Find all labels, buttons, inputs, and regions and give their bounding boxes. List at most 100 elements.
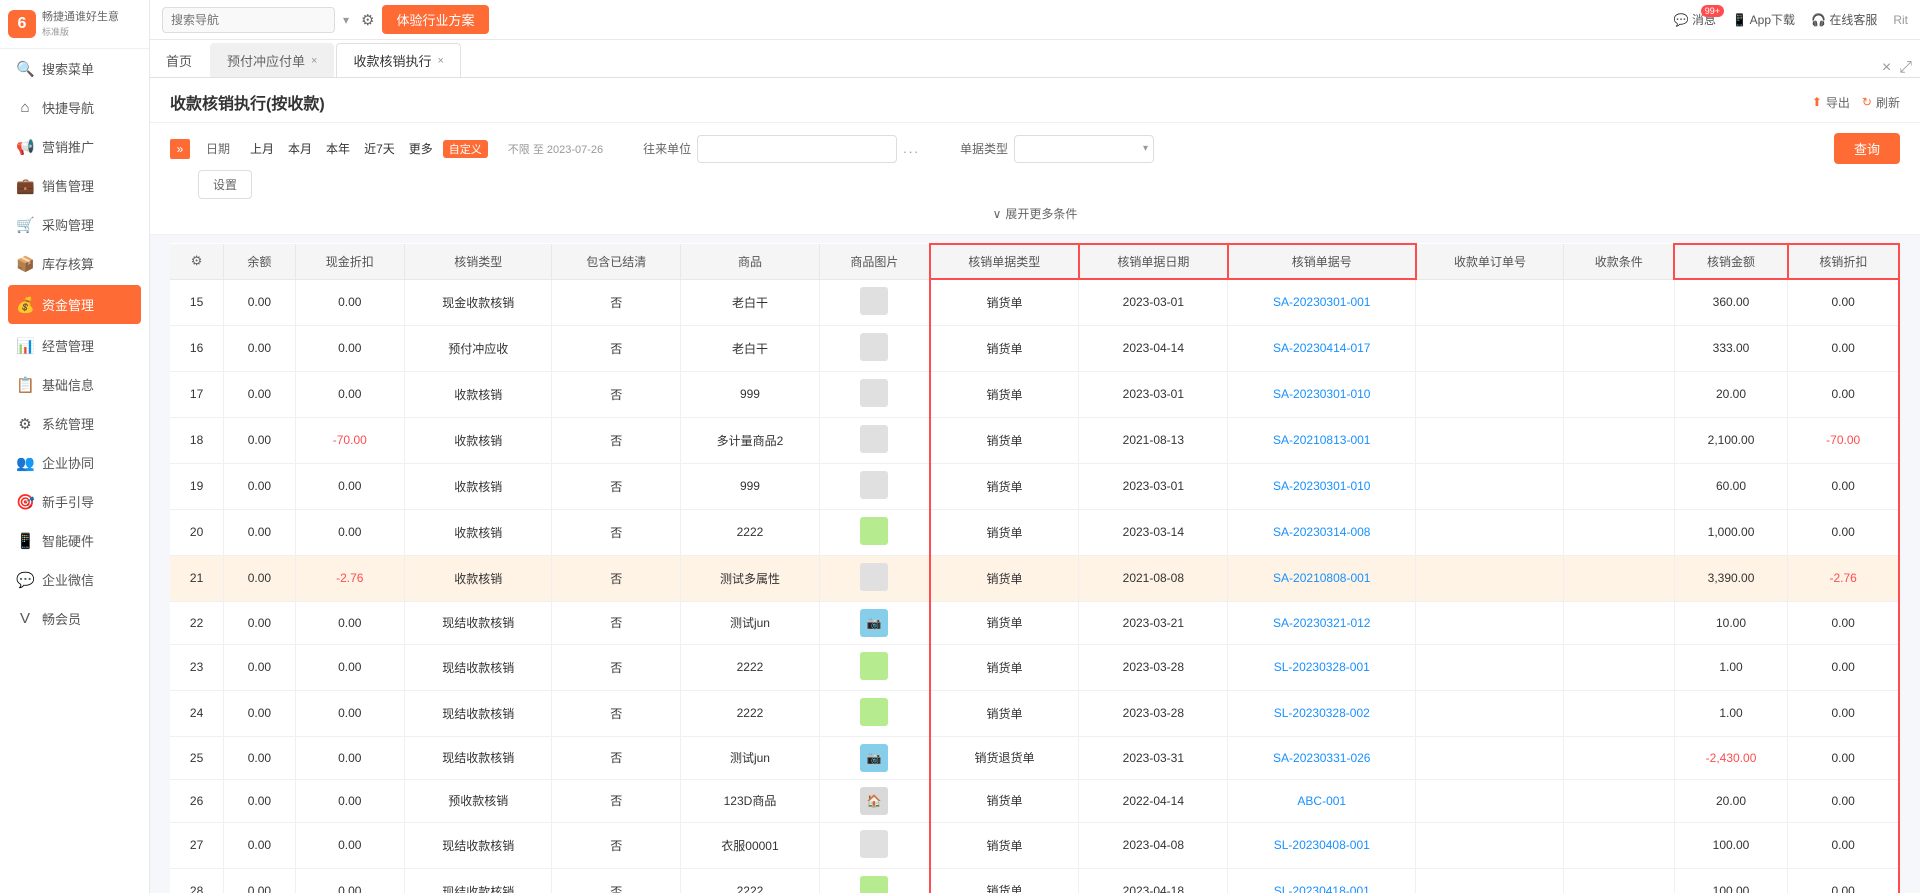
cell-gear-8: 23	[170, 644, 224, 690]
th-cash_discount[interactable]: 现金折扣	[295, 244, 404, 279]
cell-cancel_amount-10: -2,430.00	[1674, 736, 1788, 779]
cell-cancel_doc_no-1[interactable]: SA-20230414-017	[1228, 325, 1416, 371]
online-service-button[interactable]: 🎧 在线客服	[1811, 11, 1877, 28]
th-cancel_discount[interactable]: 核销折扣	[1788, 244, 1899, 279]
sidebar-item-3[interactable]: 💼销售管理	[0, 166, 149, 205]
settings-gear-icon[interactable]: ⚙	[361, 11, 374, 29]
cell-cancel_amount-5: 1,000.00	[1674, 509, 1788, 555]
from-unit-dots-icon[interactable]: ...	[903, 141, 920, 156]
table-row: 210.00-2.76收款核销否测试多属性销货单2021-08-08SA-202…	[170, 555, 1899, 601]
date-7days[interactable]: 近7天	[360, 138, 399, 159]
cell-receipt_order_no-4	[1416, 463, 1564, 509]
th-cancel_type[interactable]: 核销类型	[405, 244, 552, 279]
sidebar-item-6[interactable]: 💰资金管理	[8, 285, 141, 324]
cell-cancel_doc_no-9[interactable]: SL-20230328-002	[1228, 690, 1416, 736]
sidebar-item-7[interactable]: 📊经营管理	[0, 326, 149, 365]
sidebar-item-0[interactable]: 🔍搜索菜单	[0, 49, 149, 88]
sidebar-item-10[interactable]: 👥企业协同	[0, 443, 149, 482]
cell-include_settled-10: 否	[552, 736, 680, 779]
cell-cancel_doc_no-13[interactable]: SL-20230418-001	[1228, 868, 1416, 893]
cell-product_image-0	[820, 279, 930, 325]
query-button[interactable]: 查询	[1834, 133, 1900, 164]
table-settings-icon[interactable]: ⚙	[191, 253, 203, 268]
th-cancel_amount[interactable]: 核销金额	[1674, 244, 1788, 279]
sidebar-item-4[interactable]: 🛒采购管理	[0, 205, 149, 244]
date-custom-button[interactable]: 自定义	[443, 140, 488, 158]
sidebar-item-2[interactable]: 📢营销推广	[0, 127, 149, 166]
sidebar-item-8[interactable]: 📋基础信息	[0, 365, 149, 404]
cell-cash_discount-3: -70.00	[295, 417, 404, 463]
th-cancel_doc_type[interactable]: 核销单据类型	[930, 244, 1079, 279]
cell-include_settled-1: 否	[552, 325, 680, 371]
th-product[interactable]: 商品	[680, 244, 819, 279]
th-cancel_doc_date[interactable]: 核销单据日期	[1079, 244, 1228, 279]
th-receipt_condition[interactable]: 收款条件	[1564, 244, 1674, 279]
sidebar-item-11[interactable]: 🎯新手引导	[0, 482, 149, 521]
close-tab1-icon[interactable]: ×	[311, 55, 317, 67]
cell-balance-9: 0.00	[224, 690, 295, 736]
cell-cancel_doc_no-2[interactable]: SA-20230301-010	[1228, 371, 1416, 417]
table-row: 230.000.00现结收款核销否2222销货单2023-03-28SL-202…	[170, 644, 1899, 690]
cell-cancel_amount-13: 100.00	[1674, 868, 1788, 893]
cell-cancel_type-3: 收款核销	[405, 417, 552, 463]
th-cancel_doc_no[interactable]: 核销单据号	[1228, 244, 1416, 279]
cell-balance-3: 0.00	[224, 417, 295, 463]
cell-cancel_doc_no-0[interactable]: SA-20230301-001	[1228, 279, 1416, 325]
cell-receipt_condition-1	[1564, 325, 1674, 371]
cell-cancel_doc_no-10[interactable]: SA-20230331-026	[1228, 736, 1416, 779]
table-row: 250.000.00现结收款核销否测试jun📷销货退货单2023-03-31SA…	[170, 736, 1899, 779]
sidebar-item-5[interactable]: 📦库存核算	[0, 244, 149, 283]
table-row: 190.000.00收款核销否999销货单2023-03-01SA-202303…	[170, 463, 1899, 509]
cell-cancel_doc_no-3[interactable]: SA-20210813-001	[1228, 417, 1416, 463]
cell-cancel_doc_no-6[interactable]: SA-20210808-001	[1228, 555, 1416, 601]
tabs-bar: 首页 预付冲应付单 × 收款核销执行 × × ⤢	[150, 40, 1920, 78]
message-button[interactable]: 💬 消息 99+	[1674, 11, 1716, 28]
th-receipt_order_no[interactable]: 收款单订单号	[1416, 244, 1564, 279]
cell-cancel_doc_no-11[interactable]: ABC-001	[1228, 779, 1416, 822]
cell-cancel_doc_no-5[interactable]: SA-20230314-008	[1228, 509, 1416, 555]
filter-expand-button[interactable]: »	[170, 139, 190, 159]
from-unit-input[interactable]	[697, 135, 897, 163]
sidebar-item-14[interactable]: V畅会员	[0, 599, 149, 638]
cell-cancel_doc_no-7[interactable]: SA-20230321-012	[1228, 601, 1416, 644]
th-include_settled[interactable]: 包含已结清	[552, 244, 680, 279]
solution-button[interactable]: 体验行业方案	[382, 5, 488, 34]
sidebar-icon-8: 📋	[16, 376, 34, 394]
cell-cancel_doc_date-9: 2023-03-28	[1079, 690, 1228, 736]
cell-include_settled-9: 否	[552, 690, 680, 736]
cell-cancel_doc_no-12[interactable]: SL-20230408-001	[1228, 822, 1416, 868]
cell-cancel_type-8: 现结收款核销	[405, 644, 552, 690]
date-last-month[interactable]: 上月	[246, 138, 278, 159]
search-input[interactable]	[162, 7, 335, 33]
refresh-button[interactable]: ↻ 刷新	[1862, 94, 1900, 111]
maximize-icon[interactable]: ⤢	[1899, 59, 1912, 77]
cell-cancel_doc_no-8[interactable]: SL-20230328-001	[1228, 644, 1416, 690]
expand-more-button[interactable]: ∨ 展开更多条件	[993, 205, 1078, 222]
close-tab2-icon[interactable]: ×	[437, 55, 443, 67]
logo-icon: 6	[8, 10, 36, 38]
tab-prepay[interactable]: 预付冲应付单 ×	[210, 43, 334, 77]
th-product_image[interactable]: 商品图片	[820, 244, 930, 279]
dropdown-arrow-icon[interactable]: ▾	[343, 13, 349, 27]
th-gear[interactable]: ⚙	[170, 244, 224, 279]
app-download-button[interactable]: 📱 App下载	[1732, 11, 1795, 28]
cell-cancel_discount-11: 0.00	[1788, 779, 1899, 822]
cell-cancel_doc_no-4[interactable]: SA-20230301-010	[1228, 463, 1416, 509]
settings-button[interactable]: 设置	[198, 170, 252, 199]
sidebar-item-9[interactable]: ⚙系统管理	[0, 404, 149, 443]
doc-type-select[interactable]	[1014, 135, 1154, 163]
tab-home[interactable]: 首页	[150, 43, 208, 77]
topbar-right: 💬 消息 99+ 📱 App下载 🎧 在线客服 Rit	[1674, 11, 1908, 28]
date-more[interactable]: 更多	[405, 138, 437, 159]
date-this-year[interactable]: 本年	[322, 138, 354, 159]
close-window-icon[interactable]: ×	[1882, 59, 1891, 77]
tab-cancel[interactable]: 收款核销执行 ×	[336, 43, 460, 77]
cell-receipt_order_no-6	[1416, 555, 1564, 601]
export-button[interactable]: ⬆ 导出	[1812, 94, 1850, 111]
sidebar-item-12[interactable]: 📱智能硬件	[0, 521, 149, 560]
cell-include_settled-11: 否	[552, 779, 680, 822]
sidebar-item-1[interactable]: ⌂快捷导航	[0, 88, 149, 127]
th-balance[interactable]: 余额	[224, 244, 295, 279]
date-this-month[interactable]: 本月	[284, 138, 316, 159]
sidebar-item-13[interactable]: 💬企业微信	[0, 560, 149, 599]
